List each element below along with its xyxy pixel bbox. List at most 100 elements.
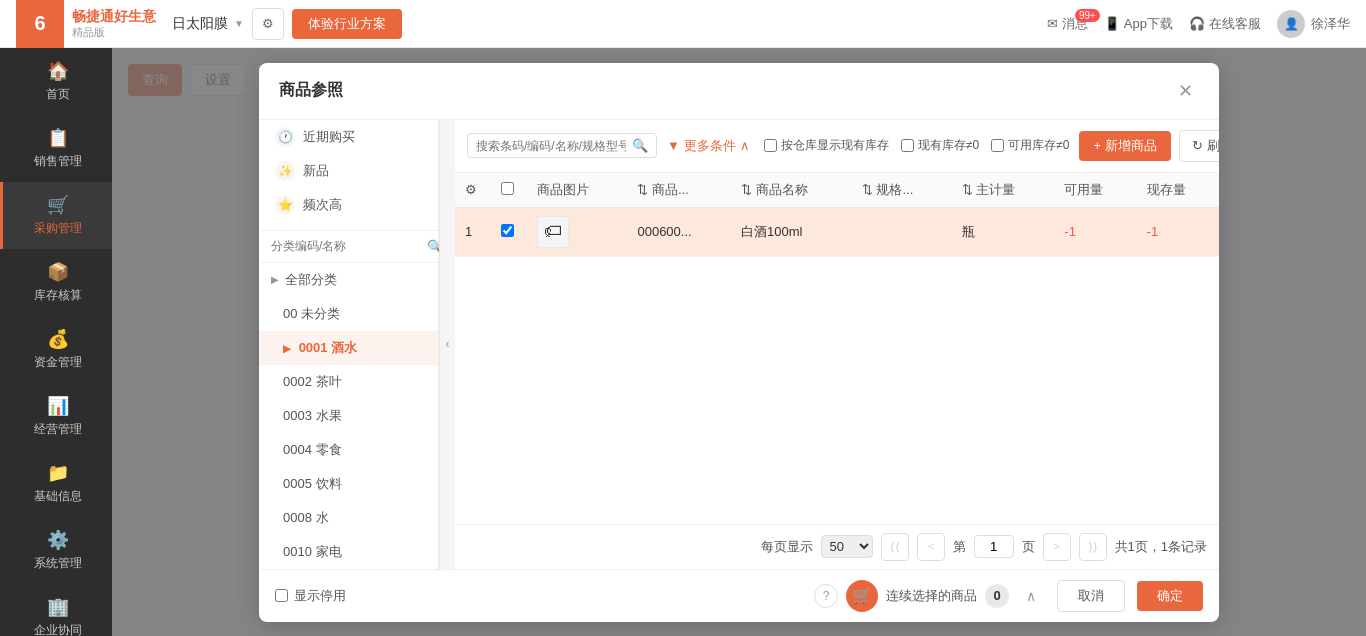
collapse-icon: ‹ bbox=[446, 337, 450, 351]
table-row[interactable]: 1 🏷 000600... bbox=[455, 207, 1219, 256]
col-name-header[interactable]: ⇅ 商品名称 bbox=[731, 173, 852, 208]
store-dropdown-icon: ▼ bbox=[234, 18, 244, 29]
col-available-header[interactable]: 可用量 bbox=[1054, 173, 1136, 208]
service-icon: 🎧 bbox=[1189, 16, 1205, 31]
category-search: 🔍 bbox=[259, 231, 438, 263]
table-head: ⚙ 商品图片 ⇅ 商品... bbox=[455, 173, 1219, 208]
settings-icon[interactable]: ⚙ bbox=[252, 8, 284, 40]
sales-icon: 📋 bbox=[47, 127, 69, 149]
col-unit-header[interactable]: ⇅ 主计量 bbox=[952, 173, 1055, 208]
cat-item-0004[interactable]: 0004 零食 bbox=[259, 433, 438, 467]
app-download[interactable]: 📱 App下载 bbox=[1104, 15, 1173, 33]
page-last-btn[interactable]: ⟩⟩ bbox=[1079, 533, 1107, 561]
refresh-icon: ↻ bbox=[1192, 138, 1203, 153]
experience-btn[interactable]: 体验行业方案 bbox=[292, 9, 402, 39]
filter-chevron-icon: ∧ bbox=[740, 138, 750, 153]
row-code: 000600... bbox=[627, 207, 731, 256]
sidebar-item-home[interactable]: 🏠 首页 bbox=[0, 48, 112, 115]
cat-quick-frequent[interactable]: ⭐ 频次高 bbox=[259, 188, 438, 222]
purchase-icon: 🛒 bbox=[47, 194, 69, 216]
enterprise-icon: 🏢 bbox=[47, 596, 69, 618]
col-settings[interactable]: ⚙ bbox=[455, 173, 491, 208]
cat-item-0008[interactable]: 0008 水 bbox=[259, 501, 438, 535]
cancel-btn[interactable]: 取消 bbox=[1057, 580, 1125, 612]
col-checkbox-all[interactable] bbox=[491, 173, 527, 208]
sidebar-item-finance[interactable]: 💰 资金管理 bbox=[0, 316, 112, 383]
user-info[interactable]: 👤 徐泽华 bbox=[1277, 10, 1350, 38]
cat-all-header[interactable]: ▶ 全部分类 bbox=[259, 263, 438, 297]
total-info: 共1页，1条记录 bbox=[1115, 538, 1207, 556]
show-disabled-checkbox[interactable] bbox=[275, 589, 288, 602]
cat-item-0005[interactable]: 0005 饮料 bbox=[259, 467, 438, 501]
sort-name-icon: ⇅ bbox=[741, 182, 752, 197]
basic-icon: 📁 bbox=[47, 462, 69, 484]
online-service[interactable]: 🎧 在线客服 bbox=[1189, 15, 1261, 33]
page-next-btn[interactable]: ＞ bbox=[1043, 533, 1071, 561]
cat-item-0001[interactable]: ▶ 0001 酒水 bbox=[259, 331, 438, 365]
row-image: 🏷 bbox=[527, 207, 627, 256]
avatar: 👤 bbox=[1277, 10, 1305, 38]
toolbar-actions: + 新增商品 ↻ 刷新 bbox=[1079, 130, 1219, 162]
product-search-box: 🔍 bbox=[467, 133, 657, 158]
sidebar-item-enterprise[interactable]: 🏢 企业协同 bbox=[0, 584, 112, 636]
product-table: ⚙ 商品图片 ⇅ 商品... bbox=[455, 173, 1219, 257]
checkbox-stock-ne0[interactable]: 现有库存≠0 bbox=[901, 137, 979, 154]
page-size-select[interactable]: 50 20 100 bbox=[821, 535, 873, 558]
product-search-input[interactable] bbox=[476, 139, 626, 153]
category-list: ▶ 全部分类 00 未分类 ▶ 0001 酒水 0002 茶 bbox=[259, 263, 438, 569]
cart-expand-btn[interactable]: ∧ bbox=[1017, 582, 1045, 610]
checkbox-available-ne0-input[interactable] bbox=[991, 139, 1004, 152]
sidebar: 🏠 首页 📋 销售管理 🛒 采购管理 📦 库存核算 💰 资金管理 📊 经营管理 … bbox=[0, 48, 112, 636]
sidebar-item-basic[interactable]: 📁 基础信息 bbox=[0, 450, 112, 517]
cat-item-00[interactable]: 00 未分类 bbox=[259, 297, 438, 331]
modal-body: 🕐 近期购买 ✨ 新品 ⭐ 频次高 bbox=[259, 120, 1219, 569]
modal-title: 商品参照 bbox=[279, 80, 343, 101]
sidebar-item-sales[interactable]: 📋 销售管理 bbox=[0, 115, 112, 182]
finance-icon: 💰 bbox=[47, 328, 69, 350]
row-checkbox[interactable] bbox=[491, 207, 527, 256]
table-body: 1 🏷 000600... bbox=[455, 207, 1219, 256]
cat-quick-recent[interactable]: 🕐 近期购买 bbox=[259, 120, 438, 154]
store-selector[interactable]: 日太阳膜 ▼ bbox=[172, 15, 244, 33]
refresh-btn[interactable]: ↻ 刷新 bbox=[1179, 130, 1219, 162]
modal-overlay: 商品参照 ✕ 🕐 近期购买 ✨ bbox=[112, 48, 1366, 636]
row-name: 白酒100ml bbox=[731, 207, 852, 256]
add-product-btn[interactable]: + 新增商品 bbox=[1079, 131, 1170, 161]
confirm-btn[interactable]: 确定 bbox=[1137, 581, 1203, 611]
product-search-icon[interactable]: 🔍 bbox=[632, 138, 648, 153]
message-badge[interactable]: ✉ 消息 99+ bbox=[1047, 15, 1088, 33]
category-search-input[interactable] bbox=[271, 239, 421, 253]
col-spec-header[interactable]: ⇅ 规格... bbox=[852, 173, 952, 208]
checkbox-by-warehouse[interactable]: 按仓库显示现有库存 bbox=[764, 137, 889, 154]
recent-icon: 🕐 bbox=[275, 127, 295, 147]
cat-quick-new[interactable]: ✨ 新品 bbox=[259, 154, 438, 188]
filter-more-btn[interactable]: ▼ 更多条件 ∧ bbox=[667, 137, 750, 155]
sidebar-item-system[interactable]: ⚙️ 系统管理 bbox=[0, 517, 112, 584]
help-btn[interactable]: ? bbox=[814, 584, 838, 608]
cat-active-arrow-icon: ▶ bbox=[283, 343, 291, 354]
checkbox-available-ne0[interactable]: 可用库存≠0 bbox=[991, 137, 1069, 154]
cat-item-0010[interactable]: 0010 家电 bbox=[259, 535, 438, 569]
modal-close-button[interactable]: ✕ bbox=[1171, 77, 1199, 105]
checkbox-by-warehouse-input[interactable] bbox=[764, 139, 777, 152]
page-label: 第 bbox=[953, 538, 966, 556]
cat-item-0002[interactable]: 0002 茶叶 bbox=[259, 365, 438, 399]
page-size-label: 每页显示 bbox=[761, 538, 813, 556]
quick-list: 🕐 近期购买 ✨ 新品 ⭐ 频次高 bbox=[259, 120, 438, 231]
col-image-header: 商品图片 bbox=[527, 173, 627, 208]
page-prev-btn[interactable]: ＜ bbox=[917, 533, 945, 561]
filter-icon: ▼ bbox=[667, 138, 680, 153]
col-code-header[interactable]: ⇅ 商品... bbox=[627, 173, 731, 208]
sidebar-item-purchase[interactable]: 🛒 采购管理 bbox=[0, 182, 112, 249]
download-icon: 📱 bbox=[1104, 16, 1120, 31]
checkbox-stock-ne0-input[interactable] bbox=[901, 139, 914, 152]
sidebar-item-operations[interactable]: 📊 经营管理 bbox=[0, 383, 112, 450]
cat-item-0003[interactable]: 0003 水果 bbox=[259, 399, 438, 433]
show-disabled-check[interactable]: 显示停用 bbox=[275, 587, 346, 605]
page-input[interactable] bbox=[974, 535, 1014, 558]
sidebar-item-inventory[interactable]: 📦 库存核算 bbox=[0, 249, 112, 316]
row-unit: 瓶 bbox=[952, 207, 1055, 256]
category-collapse-btn[interactable]: ‹ bbox=[439, 120, 455, 569]
page-first-btn[interactable]: ⟨⟨ bbox=[881, 533, 909, 561]
home-icon: 🏠 bbox=[47, 60, 69, 82]
